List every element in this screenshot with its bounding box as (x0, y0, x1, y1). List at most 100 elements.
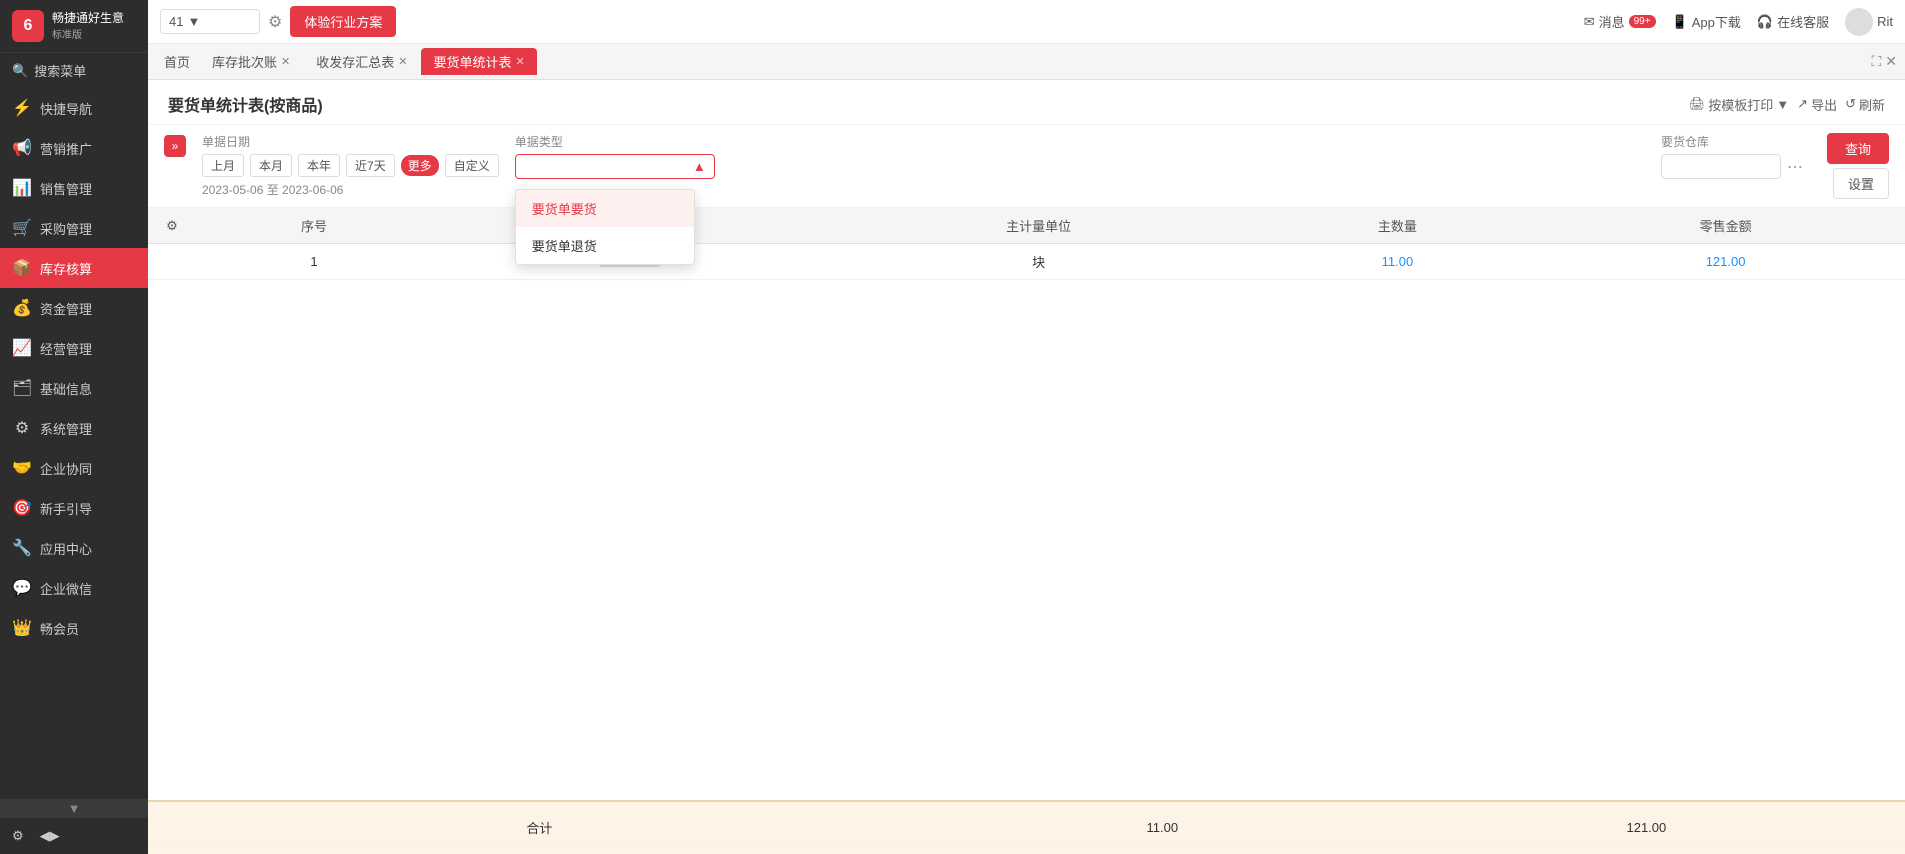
data-table: ⚙ 序号 商品 主计量单位 主数量 (148, 208, 1905, 280)
sidebar-item-finance[interactable]: 💰 资金管理 (0, 288, 148, 328)
member-label: 畅会员 (40, 619, 79, 638)
sidebar-item-guide[interactable]: 🎯 新手引导 (0, 488, 148, 528)
sidebar-item-basic[interactable]: 🗂 基础信息 (0, 368, 148, 408)
settings-icon[interactable]: ⚙ (12, 828, 24, 844)
sidebar-item-marketing[interactable]: 📢 营销推广 (0, 128, 148, 168)
basic-label: 基础信息 (40, 379, 92, 398)
user-name: Rit (1877, 14, 1893, 29)
quick-nav-label: 快捷导航 (40, 99, 92, 118)
date-btn-more[interactable]: 更多 (401, 155, 439, 176)
print-icon: 🖨 (1689, 96, 1706, 112)
tab-inventory-close[interactable]: ✕ (281, 55, 290, 68)
sidebar-item-member[interactable]: 👑 畅会员 (0, 608, 148, 648)
tab-receivable-close[interactable]: ✕ (398, 55, 407, 68)
trial-button[interactable]: 体验行业方案 (290, 6, 396, 37)
date-range-display: 2023-05-06 至 2023-06-06 (202, 181, 499, 198)
footer-row: 合计 11.00 121.00 (148, 810, 1905, 846)
avatar (1845, 8, 1873, 36)
topbar: 41 ▼ ⚙ 体验行业方案 ✉ 消息 99+ 📱 App下载 🎧 在线客服 R (148, 0, 1905, 44)
sidebar-item-wechat[interactable]: 💬 企业微信 (0, 568, 148, 608)
sales-icon: 📊 (12, 178, 32, 198)
type-dropdown: 要货单要货 要货单退货 (515, 189, 695, 265)
settings-button[interactable]: 设置 (1833, 168, 1889, 199)
sidebar: 6 畅捷通好生意 标准版 🔍 搜索菜单 ⚡ 快捷导航 📢 营销推广 📊 销售管理… (0, 0, 148, 854)
type-dropdown-icon: ▲ (693, 159, 706, 174)
tab-order-stat-label: 要货单统计表 (433, 52, 511, 71)
filter-more-icon[interactable]: ⋯ (1787, 157, 1803, 177)
row-quantity[interactable]: 11.00 (1249, 244, 1546, 280)
service-button[interactable]: 🎧 在线客服 (1757, 12, 1829, 31)
dropdown-item-purchase-order[interactable]: 要货单要货 (516, 190, 694, 227)
col-seq: 序号 (196, 208, 432, 244)
tab-receivable-label: 收发存汇总表 (316, 52, 394, 71)
sidebar-item-sales[interactable]: 📊 销售管理 (0, 168, 148, 208)
filter-expand-button[interactable]: » (164, 135, 186, 157)
tab-receivable[interactable]: 收发存汇总表 ✕ (304, 48, 419, 75)
sidebar-scroll-down[interactable]: ▼ (0, 799, 148, 817)
sidebar-item-system[interactable]: ⚙ 系统管理 (0, 408, 148, 448)
footer-amount: 121.00 (1388, 810, 1905, 846)
download-icon: 📱 (1672, 14, 1688, 30)
col-settings-icon: ⚙ (166, 218, 178, 233)
tab-home[interactable]: 首页 (156, 48, 198, 75)
quantity-link[interactable]: 11.00 (1382, 254, 1414, 269)
date-btn-prev-month[interactable]: 上月 (202, 154, 244, 177)
table-header: ⚙ 序号 商品 主计量单位 主数量 (148, 208, 1905, 244)
print-button[interactable]: 🖨 按模板打印 ▼ (1689, 95, 1789, 114)
export-button[interactable]: ↗ 导出 (1797, 95, 1837, 114)
marketing-icon: 📢 (12, 138, 32, 158)
warehouse-select[interactable] (1661, 154, 1781, 179)
date-btn-custom[interactable]: 自定义 (445, 154, 499, 177)
sidebar-item-operations[interactable]: 📈 经营管理 (0, 328, 148, 368)
page-title: 要货单统计表(按商品) (168, 92, 323, 116)
tab-order-stat-close[interactable]: ✕ (516, 55, 525, 68)
wechat-icon: 💬 (12, 578, 32, 598)
row-amount[interactable]: 121.00 (1546, 244, 1905, 280)
page-content: 要货单统计表(按商品) 🖨 按模板打印 ▼ ↗ 导出 ↺ 刷新 » (148, 80, 1905, 854)
topbar-left: 41 ▼ ⚙ 体验行业方案 (160, 6, 396, 37)
sidebar-item-purchase[interactable]: 🛒 采购管理 (0, 208, 148, 248)
home-label: 首页 (164, 52, 190, 71)
table-footer-container: 合计 11.00 121.00 (148, 800, 1905, 854)
tabs-maximize-btn[interactable]: ⛶ (1871, 53, 1881, 70)
store-dropdown-icon: ▼ (187, 14, 200, 29)
download-button[interactable]: 📱 App下载 (1672, 12, 1741, 31)
sidebar-search[interactable]: 🔍 搜索菜单 (0, 53, 148, 88)
query-button[interactable]: 查询 (1827, 133, 1889, 164)
store-selector[interactable]: 41 ▼ (160, 9, 260, 34)
print-dropdown-icon: ▼ (1776, 97, 1789, 112)
col-settings[interactable]: ⚙ (148, 208, 196, 244)
sidebar-logo: 6 畅捷通好生意 标准版 (0, 0, 148, 53)
messages-button[interactable]: ✉ 消息 99+ (1584, 12, 1656, 31)
warehouse-filter-label: 要货仓库 (1661, 133, 1803, 150)
date-btn-7days[interactable]: 近7天 (346, 154, 395, 177)
enterprise-label: 企业协同 (40, 459, 92, 478)
type-select[interactable]: ▲ (515, 154, 715, 179)
system-label: 系统管理 (40, 419, 92, 438)
date-btn-this-month[interactable]: 本月 (250, 154, 292, 177)
quick-nav-icon: ⚡ (12, 98, 32, 118)
export-icon: ↗ (1797, 96, 1808, 112)
amount-link[interactable]: 121.00 (1706, 254, 1746, 269)
sidebar-item-app-center[interactable]: 🔧 应用中心 (0, 528, 148, 568)
tabs-close-btn[interactable]: ✕ (1885, 53, 1897, 70)
topbar-gear-icon[interactable]: ⚙ (268, 12, 282, 32)
refresh-button[interactable]: ↺ 刷新 (1845, 95, 1885, 114)
tab-order-stat[interactable]: 要货单统计表 ✕ (421, 48, 536, 75)
page-actions: 🖨 按模板打印 ▼ ↗ 导出 ↺ 刷新 (1689, 95, 1885, 114)
operations-icon: 📈 (12, 338, 32, 358)
service-icon: 🎧 (1757, 14, 1773, 30)
sidebar-item-enterprise[interactable]: 🤝 企业协同 (0, 448, 148, 488)
dropdown-item-return-order[interactable]: 要货单退货 (516, 227, 694, 264)
collapse-icon[interactable]: ◀▶ (40, 828, 60, 844)
sidebar-item-quick-nav[interactable]: ⚡ 快捷导航 (0, 88, 148, 128)
finance-icon: 💰 (12, 298, 32, 318)
refresh-icon: ↺ (1845, 96, 1856, 112)
sidebar-item-inventory[interactable]: 📦 库存核算 (0, 248, 148, 288)
user-avatar-button[interactable]: Rit (1845, 8, 1893, 36)
date-btn-this-year[interactable]: 本年 (298, 154, 340, 177)
tab-inventory[interactable]: 库存批次账 ✕ (200, 48, 302, 75)
service-label: 在线客服 (1777, 12, 1829, 31)
col-quantity: 主数量 (1249, 208, 1546, 244)
type-selected-value (524, 159, 528, 174)
